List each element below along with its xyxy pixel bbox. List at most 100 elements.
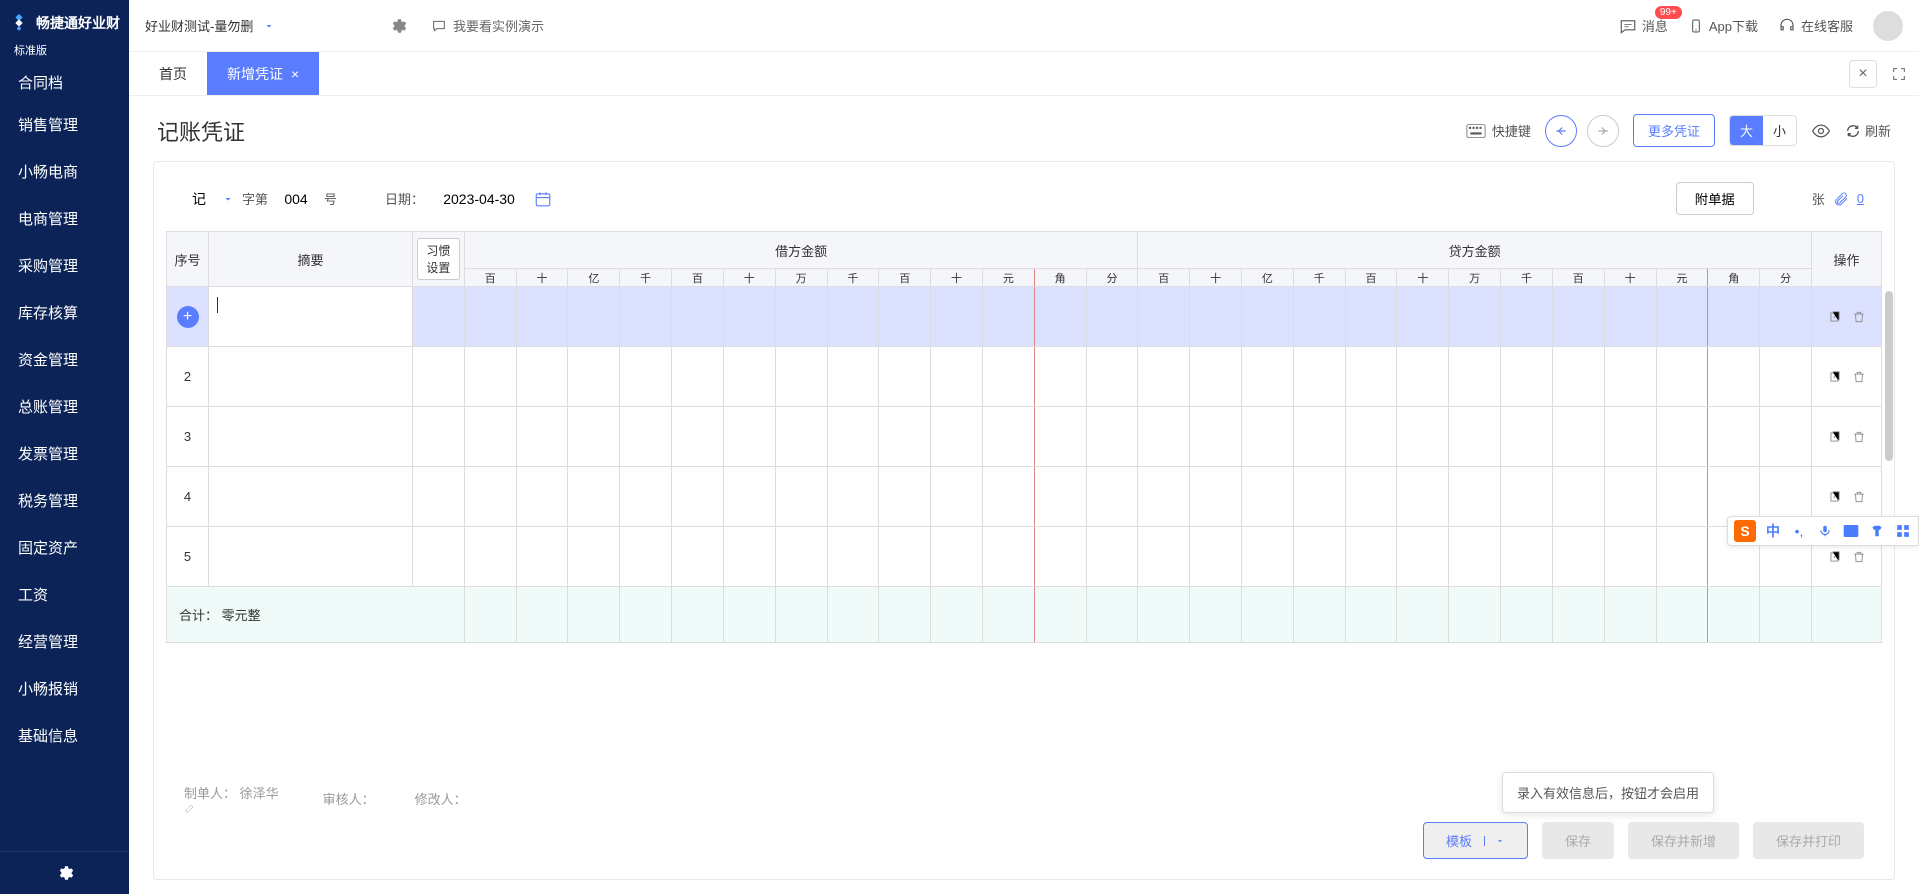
prev-voucher-button[interactable] (1545, 115, 1577, 147)
amount-cell[interactable] (775, 467, 827, 527)
table-row[interactable]: 3 (167, 407, 1882, 467)
amount-cell[interactable] (827, 467, 879, 527)
table-scrollbar[interactable] (1884, 231, 1894, 767)
ime-keyboard-icon[interactable] (1842, 522, 1860, 540)
amount-cell[interactable] (1501, 287, 1553, 347)
delete-row-icon[interactable] (1852, 370, 1866, 384)
account-cell[interactable] (413, 527, 465, 587)
amount-cell[interactable] (464, 347, 516, 407)
ime-lang[interactable]: 中 (1764, 522, 1782, 540)
amount-cell[interactable] (1293, 407, 1345, 467)
sidebar-item-ecommerce-xc[interactable]: 小畅电商 (0, 148, 129, 195)
amount-cell[interactable] (1034, 527, 1086, 587)
amount-cell[interactable] (672, 287, 724, 347)
support-button[interactable]: 在线客服 (1778, 16, 1853, 35)
amount-cell[interactable] (464, 287, 516, 347)
amount-cell[interactable] (672, 347, 724, 407)
amount-cell[interactable] (1604, 527, 1656, 587)
amount-cell[interactable] (568, 287, 620, 347)
ime-toolbox-icon[interactable] (1894, 522, 1912, 540)
refresh-button[interactable]: 刷新 (1845, 121, 1891, 140)
amount-cell[interactable] (1086, 287, 1138, 347)
delete-row-icon[interactable] (1852, 430, 1866, 444)
amount-cell[interactable] (1760, 347, 1812, 407)
amount-cell[interactable] (1034, 287, 1086, 347)
amount-cell[interactable] (775, 347, 827, 407)
amount-cell[interactable] (723, 407, 775, 467)
amount-cell[interactable] (1242, 407, 1294, 467)
amount-cell[interactable] (1501, 467, 1553, 527)
amount-cell[interactable] (1501, 407, 1553, 467)
habit-settings-button[interactable]: 习惯设置 (417, 238, 460, 280)
amount-cell[interactable] (1086, 347, 1138, 407)
amount-cell[interactable] (982, 407, 1034, 467)
amount-cell[interactable] (827, 527, 879, 587)
voucher-number-input[interactable] (276, 191, 316, 207)
amount-cell[interactable] (982, 527, 1034, 587)
amount-cell[interactable] (879, 467, 931, 527)
amount-cell[interactable] (464, 527, 516, 587)
amount-cell[interactable] (1656, 467, 1708, 527)
amount-cell[interactable] (1656, 347, 1708, 407)
amount-cell[interactable] (1293, 287, 1345, 347)
amount-cell[interactable] (1034, 467, 1086, 527)
sidebar-item-ledger[interactable]: 总账管理 (0, 383, 129, 430)
amount-cell[interactable] (1345, 467, 1397, 527)
table-row[interactable]: 2 (167, 347, 1882, 407)
amount-cell[interactable] (1708, 287, 1760, 347)
amount-cell[interactable] (1449, 407, 1501, 467)
amount-cell[interactable] (1138, 347, 1190, 407)
ime-mic-icon[interactable] (1816, 522, 1834, 540)
amount-cell[interactable] (1242, 287, 1294, 347)
amount-cell[interactable] (1397, 407, 1449, 467)
amount-cell[interactable] (516, 347, 568, 407)
amount-cell[interactable] (1086, 407, 1138, 467)
amount-cell[interactable] (1293, 467, 1345, 527)
amount-cell[interactable] (672, 407, 724, 467)
sidebar-item-assets[interactable]: 固定资产 (0, 524, 129, 571)
sidebar-settings[interactable] (0, 851, 129, 894)
amount-cell[interactable] (827, 407, 879, 467)
sidebar-item-salary[interactable]: 工资 (0, 571, 129, 618)
amount-cell[interactable] (464, 467, 516, 527)
amount-cell[interactable] (879, 287, 931, 347)
amount-cell[interactable] (620, 287, 672, 347)
size-small-button[interactable]: 小 (1763, 116, 1796, 145)
summary-cell[interactable] (209, 407, 413, 467)
size-large-button[interactable]: 大 (1730, 116, 1763, 145)
attachment-button[interactable]: 附单据 (1676, 182, 1754, 215)
org-selector[interactable]: 好业财测试-量勿删 (145, 16, 375, 35)
amount-cell[interactable] (1345, 527, 1397, 587)
demo-link[interactable]: 我要看实例演示 (431, 16, 544, 35)
sidebar-item-invoice[interactable]: 发票管理 (0, 430, 129, 477)
sidebar-item-0[interactable]: 合同档 (0, 68, 129, 101)
amount-cell[interactable] (1138, 287, 1190, 347)
copy-row-icon[interactable] (1828, 550, 1842, 564)
table-row[interactable]: + (167, 287, 1882, 347)
sidebar-item-expense[interactable]: 小畅报销 (0, 665, 129, 712)
amount-cell[interactable] (1190, 347, 1242, 407)
amount-cell[interactable] (931, 407, 983, 467)
amount-cell[interactable] (1190, 527, 1242, 587)
messages-button[interactable]: 消息 99+ (1619, 16, 1668, 35)
amount-cell[interactable] (1552, 407, 1604, 467)
ime-skin-icon[interactable] (1868, 522, 1886, 540)
amount-cell[interactable] (879, 347, 931, 407)
amount-cell[interactable] (620, 347, 672, 407)
amount-cell[interactable] (879, 527, 931, 587)
amount-cell[interactable] (982, 347, 1034, 407)
user-avatar[interactable] (1873, 11, 1903, 41)
amount-cell[interactable] (672, 467, 724, 527)
sidebar-item-tax[interactable]: 税务管理 (0, 477, 129, 524)
amount-cell[interactable] (1449, 527, 1501, 587)
copy-row-icon[interactable] (1828, 310, 1842, 324)
amount-cell[interactable] (1086, 527, 1138, 587)
amount-cell[interactable] (620, 527, 672, 587)
amount-cell[interactable] (1397, 527, 1449, 587)
amount-cell[interactable] (1656, 527, 1708, 587)
amount-cell[interactable] (464, 407, 516, 467)
amount-cell[interactable] (1604, 287, 1656, 347)
account-cell[interactable] (413, 467, 465, 527)
summary-cell[interactable] (209, 527, 413, 587)
amount-cell[interactable] (516, 407, 568, 467)
